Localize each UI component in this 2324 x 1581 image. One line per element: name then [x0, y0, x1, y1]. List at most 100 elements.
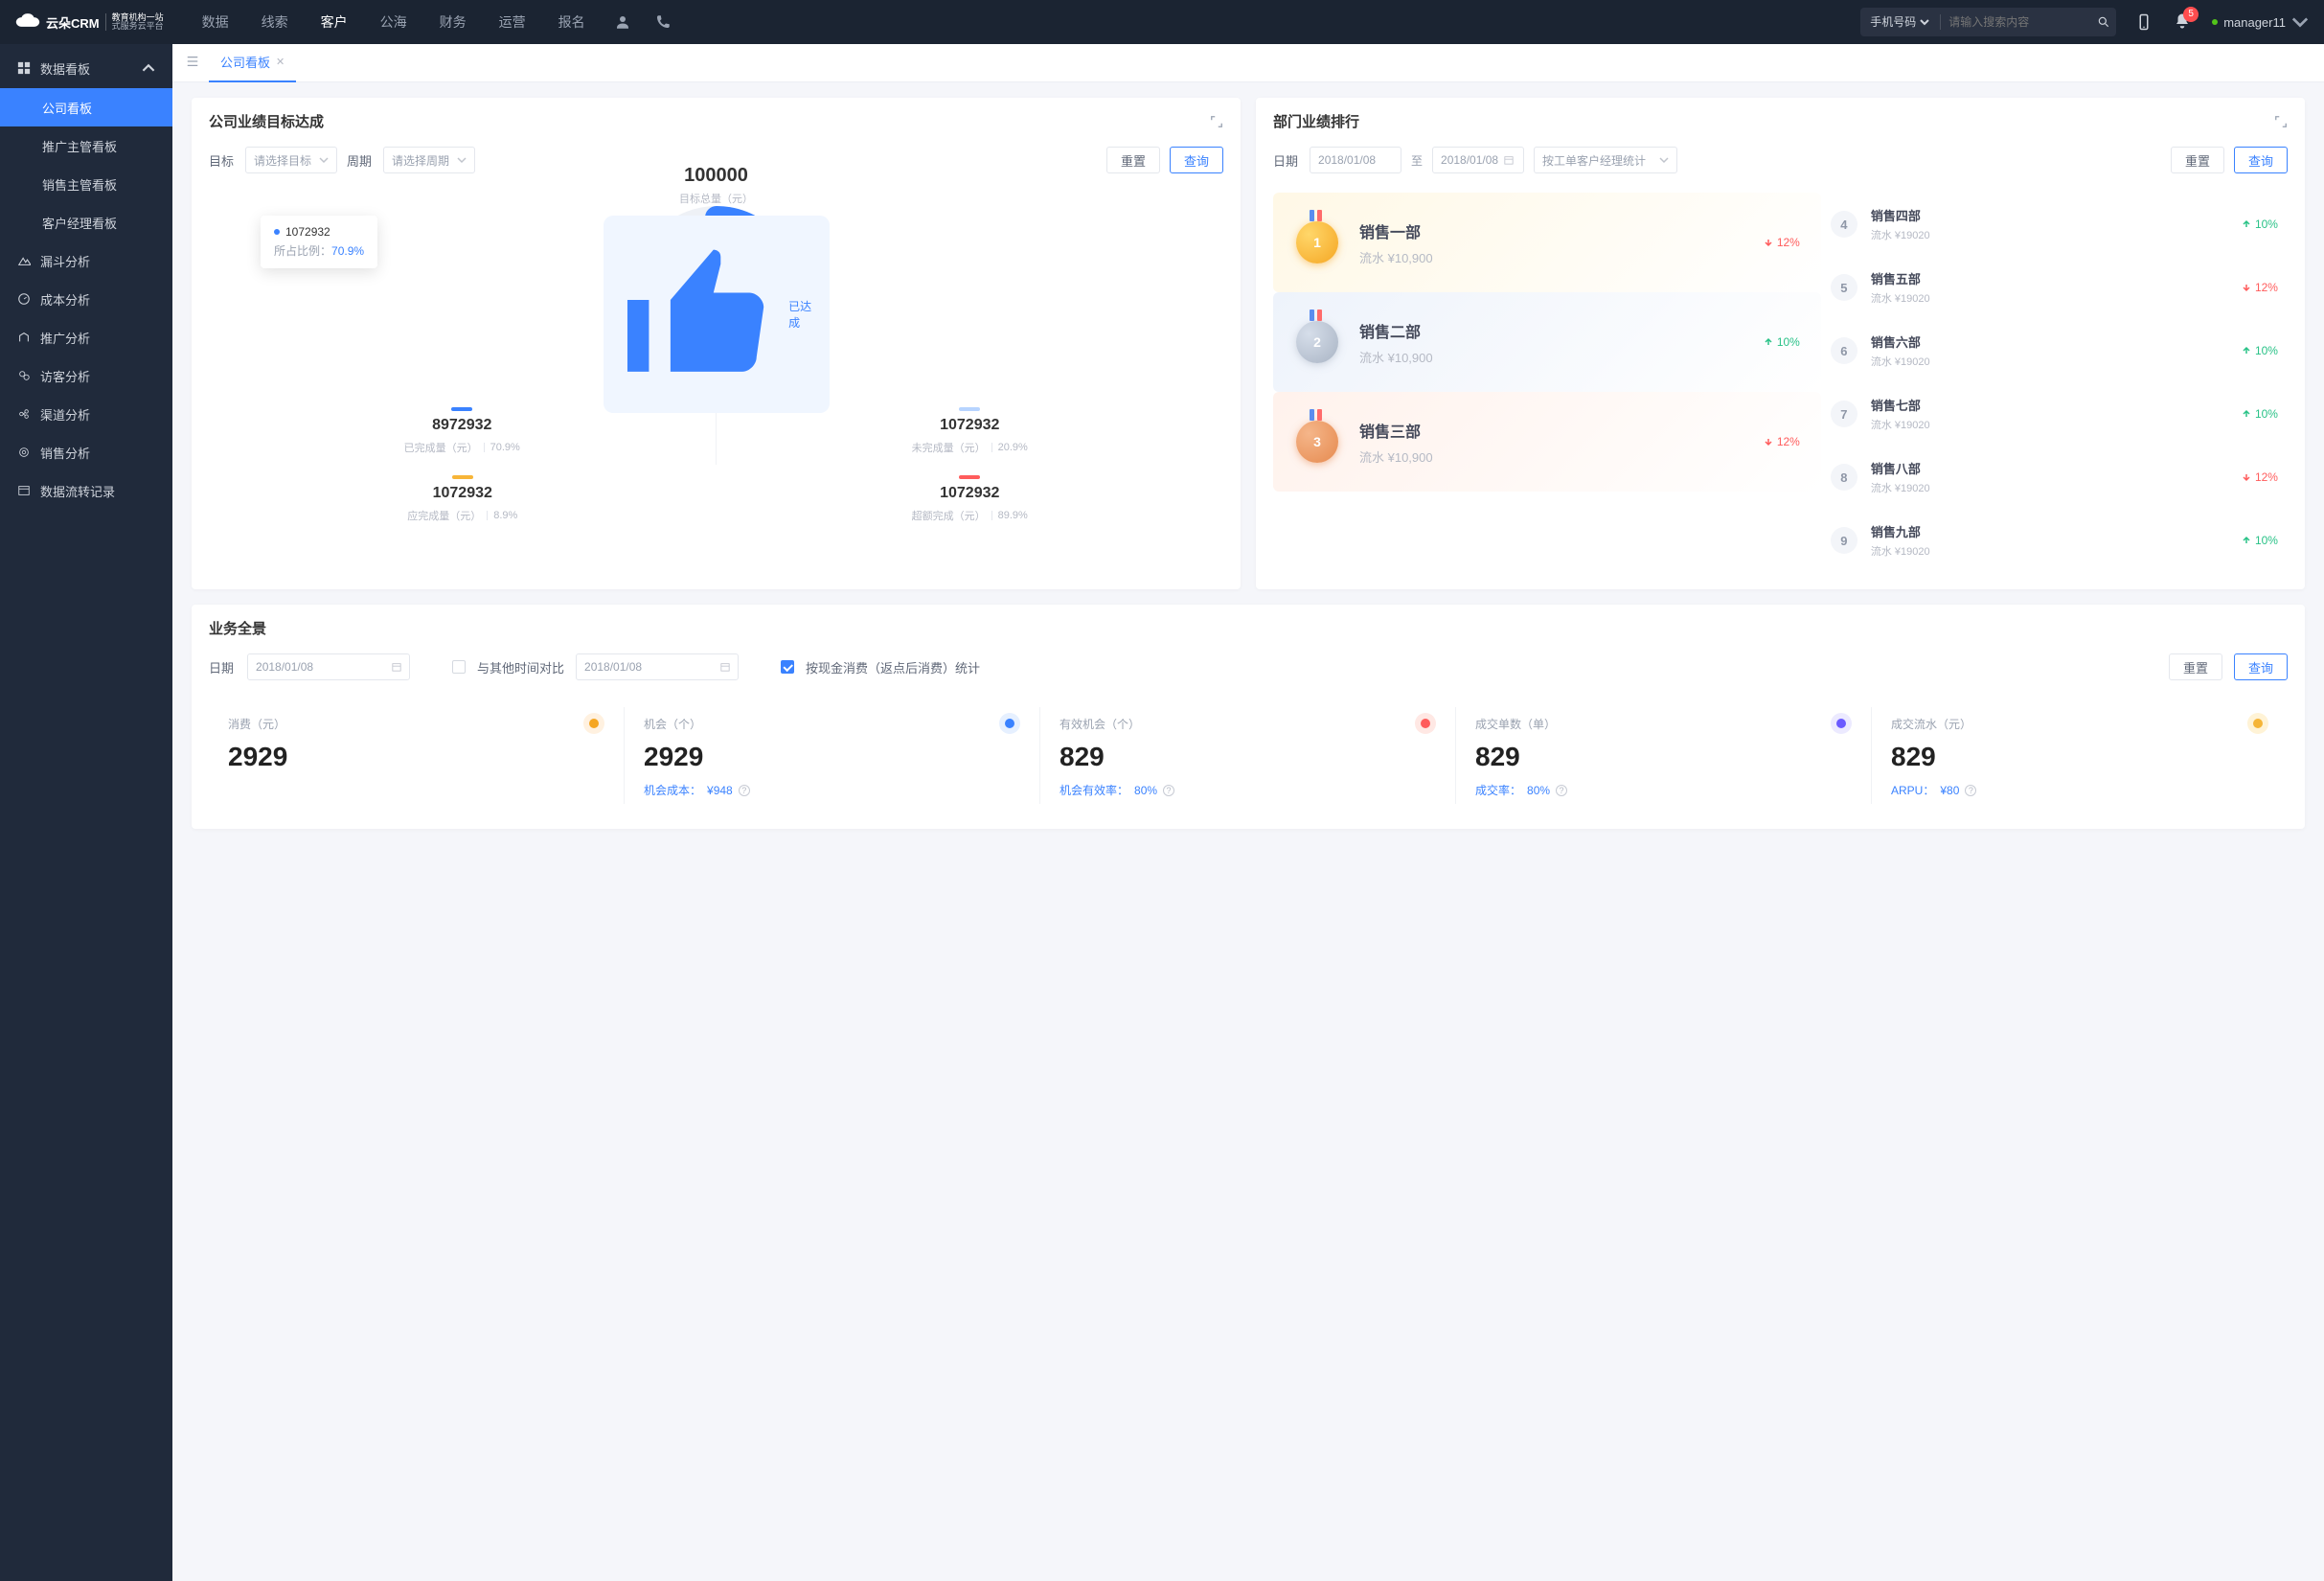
status-badge: 已达成 — [604, 216, 830, 413]
notifications-button[interactable]: 5 — [2174, 12, 2191, 33]
thumb-up-icon — [613, 218, 786, 410]
sidebar-sub-item[interactable]: 公司看板 — [0, 88, 172, 126]
mobile-icon[interactable] — [2135, 13, 2153, 31]
donut-tooltip: 1072932 所占比例：70.9% — [261, 216, 377, 268]
content-pane: 公司看板 ✕ 公司业绩目标达成 目标 请选择目标 周期 请选择周期 重置 查询 — [172, 44, 2324, 1581]
rank-reset-button[interactable]: 重置 — [2171, 147, 2224, 173]
help-icon[interactable]: ? — [1965, 785, 1976, 796]
sidebar-sub-item[interactable]: 销售主管看板 — [0, 165, 172, 203]
goal-reset-button[interactable]: 重置 — [1106, 147, 1160, 173]
sidebar-sub-item[interactable]: 推广主管看板 — [0, 126, 172, 165]
rank-row[interactable]: 9销售九部流水 ¥1902010% — [1821, 509, 2288, 572]
sidebar-item[interactable]: 渠道分析 — [0, 395, 172, 433]
sidebar-item-icon — [17, 254, 31, 267]
help-icon[interactable]: ? — [1163, 785, 1174, 796]
overview-date-2[interactable]: 2018/01/08 — [576, 653, 739, 680]
chevron-down-icon — [457, 155, 467, 165]
logo[interactable]: 云朵CRM 教育机构一站 式服务云平台 — [15, 12, 164, 32]
topnav-item[interactable]: 报名 — [558, 12, 585, 32]
sidebar-item[interactable]: 销售分析 — [0, 433, 172, 471]
notification-badge: 5 — [2183, 7, 2199, 22]
kpi-cell: 机会（个）2929机会成本：¥948? — [625, 707, 1040, 804]
goal-title: 公司业绩目标达成 — [209, 111, 324, 131]
rank-date-to[interactable]: 2018/01/08 — [1432, 147, 1524, 173]
goal-query-button[interactable]: 查询 — [1170, 147, 1223, 173]
rank-row[interactable]: 6销售六部流水 ¥1902010% — [1821, 319, 2288, 382]
logo-text: 云朵CRM — [46, 13, 100, 32]
chevron-down-icon — [1659, 155, 1669, 165]
topnav-item[interactable]: 财务 — [440, 12, 467, 32]
overview-query-button[interactable]: 查询 — [2234, 653, 2288, 680]
search-icon[interactable] — [2097, 15, 2110, 29]
online-indicator — [2212, 19, 2218, 25]
overview-date-1[interactable]: 2018/01/08 — [247, 653, 410, 680]
rank-row[interactable]: 7销售七部流水 ¥1902010% — [1821, 382, 2288, 446]
close-tab-icon[interactable]: ✕ — [276, 56, 285, 68]
expand-icon[interactable] — [2274, 115, 2288, 128]
overview-reset-button[interactable]: 重置 — [2169, 653, 2222, 680]
rank-row[interactable]: 8销售八部流水 ¥1902012% — [1821, 446, 2288, 509]
kpi-cell: 成交单数（单）829成交率：80%? — [1456, 707, 1872, 804]
calendar-icon — [720, 662, 730, 672]
sidebar-item-icon — [17, 369, 31, 382]
logo-icon — [15, 12, 40, 32]
kpi-icon — [999, 713, 1020, 734]
sidebar-sub-item[interactable]: 客户经理看板 — [0, 203, 172, 241]
kpi-icon — [1415, 713, 1436, 734]
user-menu[interactable]: manager11 — [2212, 13, 2309, 31]
help-icon[interactable]: ? — [1556, 785, 1567, 796]
stat-cell: 1072932超额完成（元）89.9% — [717, 466, 1224, 533]
search-box[interactable]: 手机号码 — [1860, 8, 2116, 36]
donut-chart: 100000 目标总量（元） 已达成 — [621, 193, 812, 384]
rank-top-card[interactable]: 2销售二部流水 ¥10,90010% — [1273, 292, 1821, 392]
sidebar-item-icon — [17, 484, 31, 497]
sidebar: 数据看板 公司看板推广主管看板销售主管看板客户经理看板 漏斗分析成本分析推广分析… — [0, 44, 172, 1581]
chevron-down-icon — [2291, 13, 2309, 31]
user-icon[interactable] — [614, 13, 631, 31]
rank-query-button[interactable]: 查询 — [2234, 147, 2288, 173]
rank-statby-select[interactable]: 按工单客户经理统计 — [1534, 147, 1677, 173]
sidebar-item[interactable]: 成本分析 — [0, 280, 172, 318]
rank-row[interactable]: 4销售四部流水 ¥1902010% — [1821, 193, 2288, 256]
rank-date-from[interactable]: 2018/01/08 — [1310, 147, 1401, 173]
sidebar-item[interactable]: 数据流转记录 — [0, 471, 172, 510]
topnav-item[interactable]: 线索 — [262, 12, 288, 32]
chevron-down-icon — [319, 155, 329, 165]
phone-icon[interactable] — [654, 13, 672, 31]
rank-row[interactable]: 5销售五部流水 ¥1902012% — [1821, 256, 2288, 319]
calendar-icon — [392, 662, 401, 672]
kpi-cell: 消费（元）2929 — [209, 707, 625, 804]
rank-top-card[interactable]: 1销售一部流水 ¥10,90012% — [1273, 193, 1821, 292]
tab-company-dashboard[interactable]: 公司看板 ✕ — [209, 44, 296, 82]
rank-top-card[interactable]: 3销售三部流水 ¥10,90012% — [1273, 392, 1821, 492]
expand-icon[interactable] — [1210, 115, 1223, 128]
help-icon[interactable]: ? — [739, 785, 750, 796]
kpi-cell: 成交流水（元）829ARPU：¥80? — [1872, 707, 2288, 804]
sidebar-item-icon — [17, 446, 31, 459]
sidebar-group-dashboards[interactable]: 数据看板 — [0, 48, 172, 88]
search-type-select[interactable]: 手机号码 — [1866, 14, 1932, 30]
calendar-icon — [1504, 155, 1514, 165]
topnav: 数据 线索 客户 公海 财务 运营 报名 — [202, 12, 585, 32]
sidebar-item-icon — [17, 292, 31, 306]
sidebar-item-icon — [17, 407, 31, 421]
stat-cell: 1072932应完成量（元）8.9% — [209, 466, 717, 533]
tabs-bar: 公司看板 ✕ — [172, 44, 2324, 82]
compare-checkbox[interactable] — [452, 660, 466, 674]
topnav-item[interactable]: 公海 — [380, 12, 407, 32]
username: manager11 — [2223, 15, 2286, 30]
topnav-item[interactable]: 数据 — [202, 12, 229, 32]
overview-card: 业务全景 日期 2018/01/08 与其他时间对比 2018/01/08 按现… — [192, 605, 2305, 829]
sidebar-item[interactable]: 访客分析 — [0, 356, 172, 395]
goal-period-select[interactable]: 请选择周期 — [383, 147, 475, 173]
topnav-item[interactable]: 客户 — [321, 12, 348, 32]
sidebar-item[interactable]: 推广分析 — [0, 318, 172, 356]
sidebar-item-icon — [17, 331, 31, 344]
search-input[interactable] — [1948, 15, 2097, 29]
cash-checkbox[interactable] — [781, 660, 794, 674]
topnav-item[interactable]: 运营 — [499, 12, 526, 32]
kpi-cell: 有效机会（个）829机会有效率：80%? — [1040, 707, 1456, 804]
collapse-sidebar-button[interactable] — [186, 55, 199, 71]
goal-target-select[interactable]: 请选择目标 — [245, 147, 337, 173]
sidebar-item[interactable]: 漏斗分析 — [0, 241, 172, 280]
